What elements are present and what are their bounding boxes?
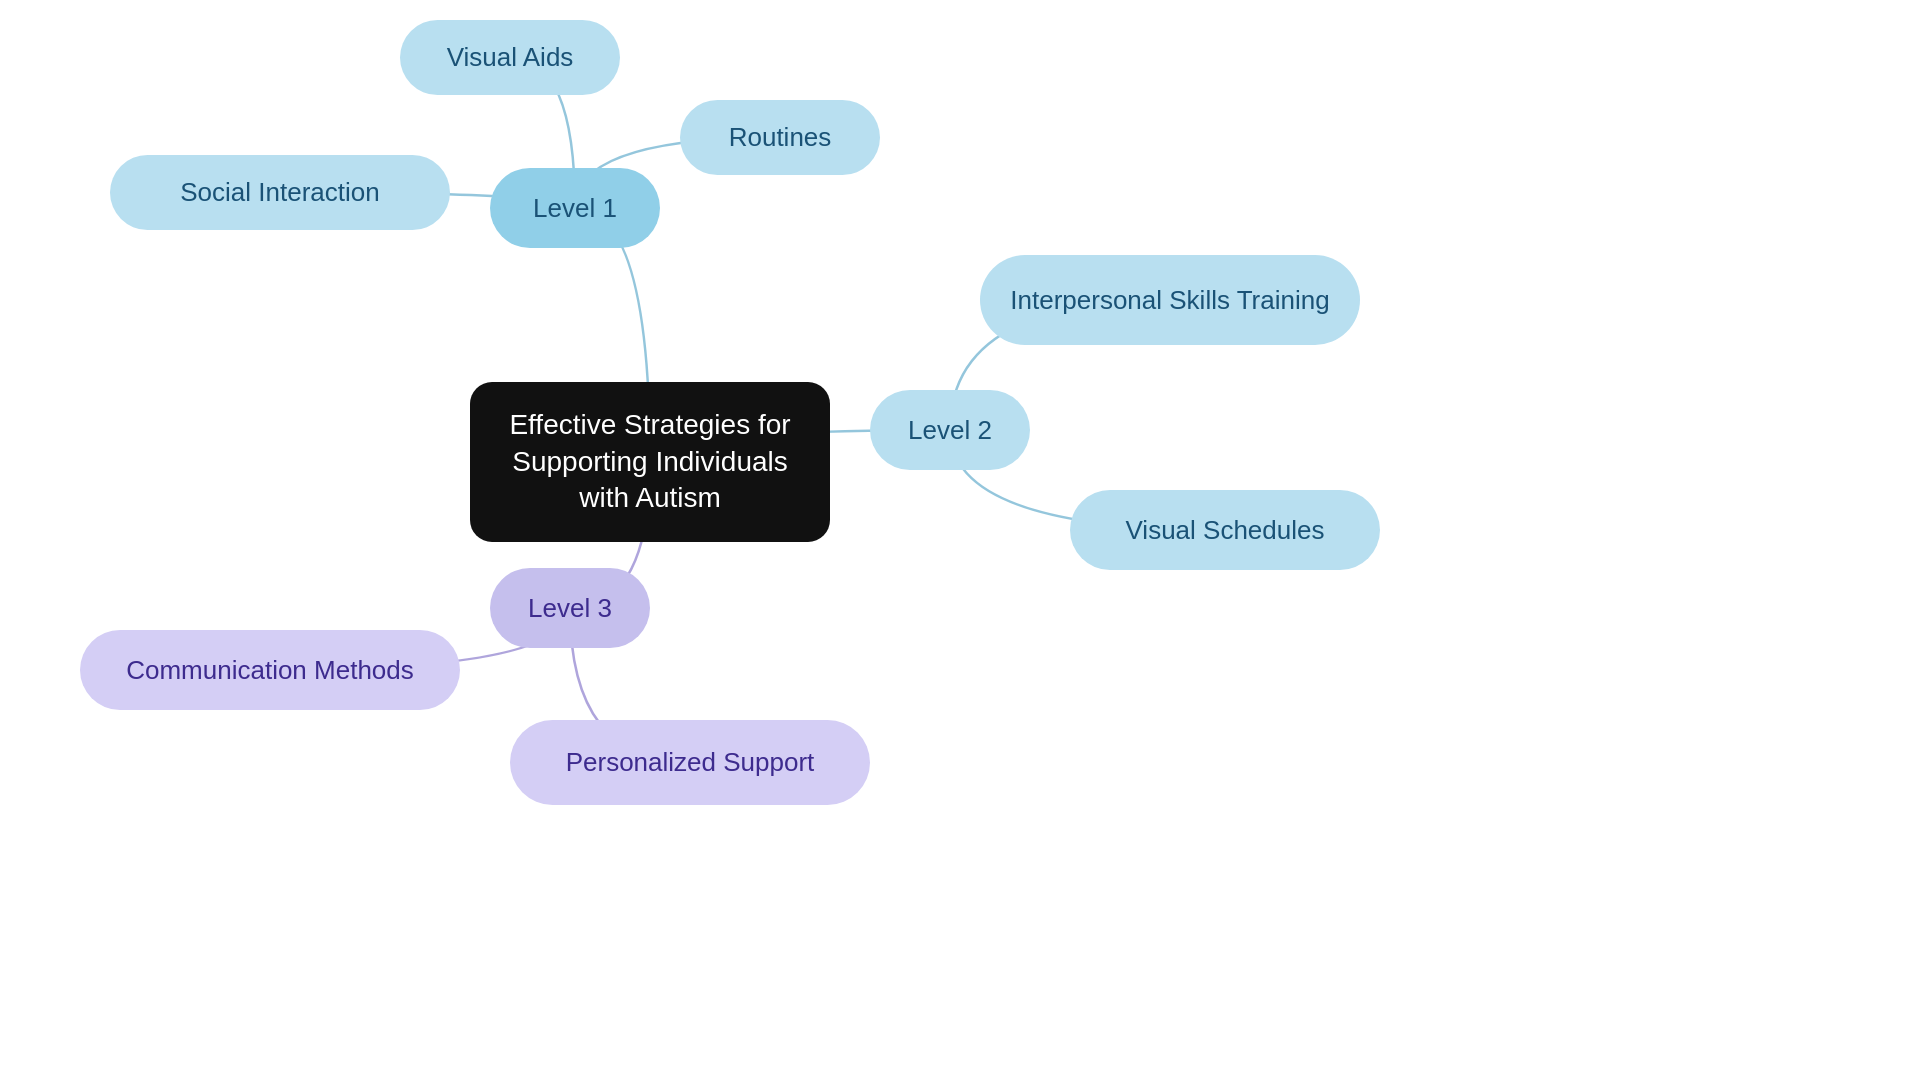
visual-schedules-node[interactable]: Visual Schedules [1070, 490, 1380, 570]
center-node[interactable]: Effective Strategies for Supporting Indi… [470, 382, 830, 542]
communication-methods-node[interactable]: Communication Methods [80, 630, 460, 710]
interpersonal-skills-node[interactable]: Interpersonal Skills Training [980, 255, 1360, 345]
social-interaction-node[interactable]: Social Interaction [110, 155, 450, 230]
level2-node[interactable]: Level 2 [870, 390, 1030, 470]
routines-node[interactable]: Routines [680, 100, 880, 175]
level3-node[interactable]: Level 3 [490, 568, 650, 648]
personalized-support-node[interactable]: Personalized Support [510, 720, 870, 805]
visual-aids-node[interactable]: Visual Aids [400, 20, 620, 95]
level1-node[interactable]: Level 1 [490, 168, 660, 248]
